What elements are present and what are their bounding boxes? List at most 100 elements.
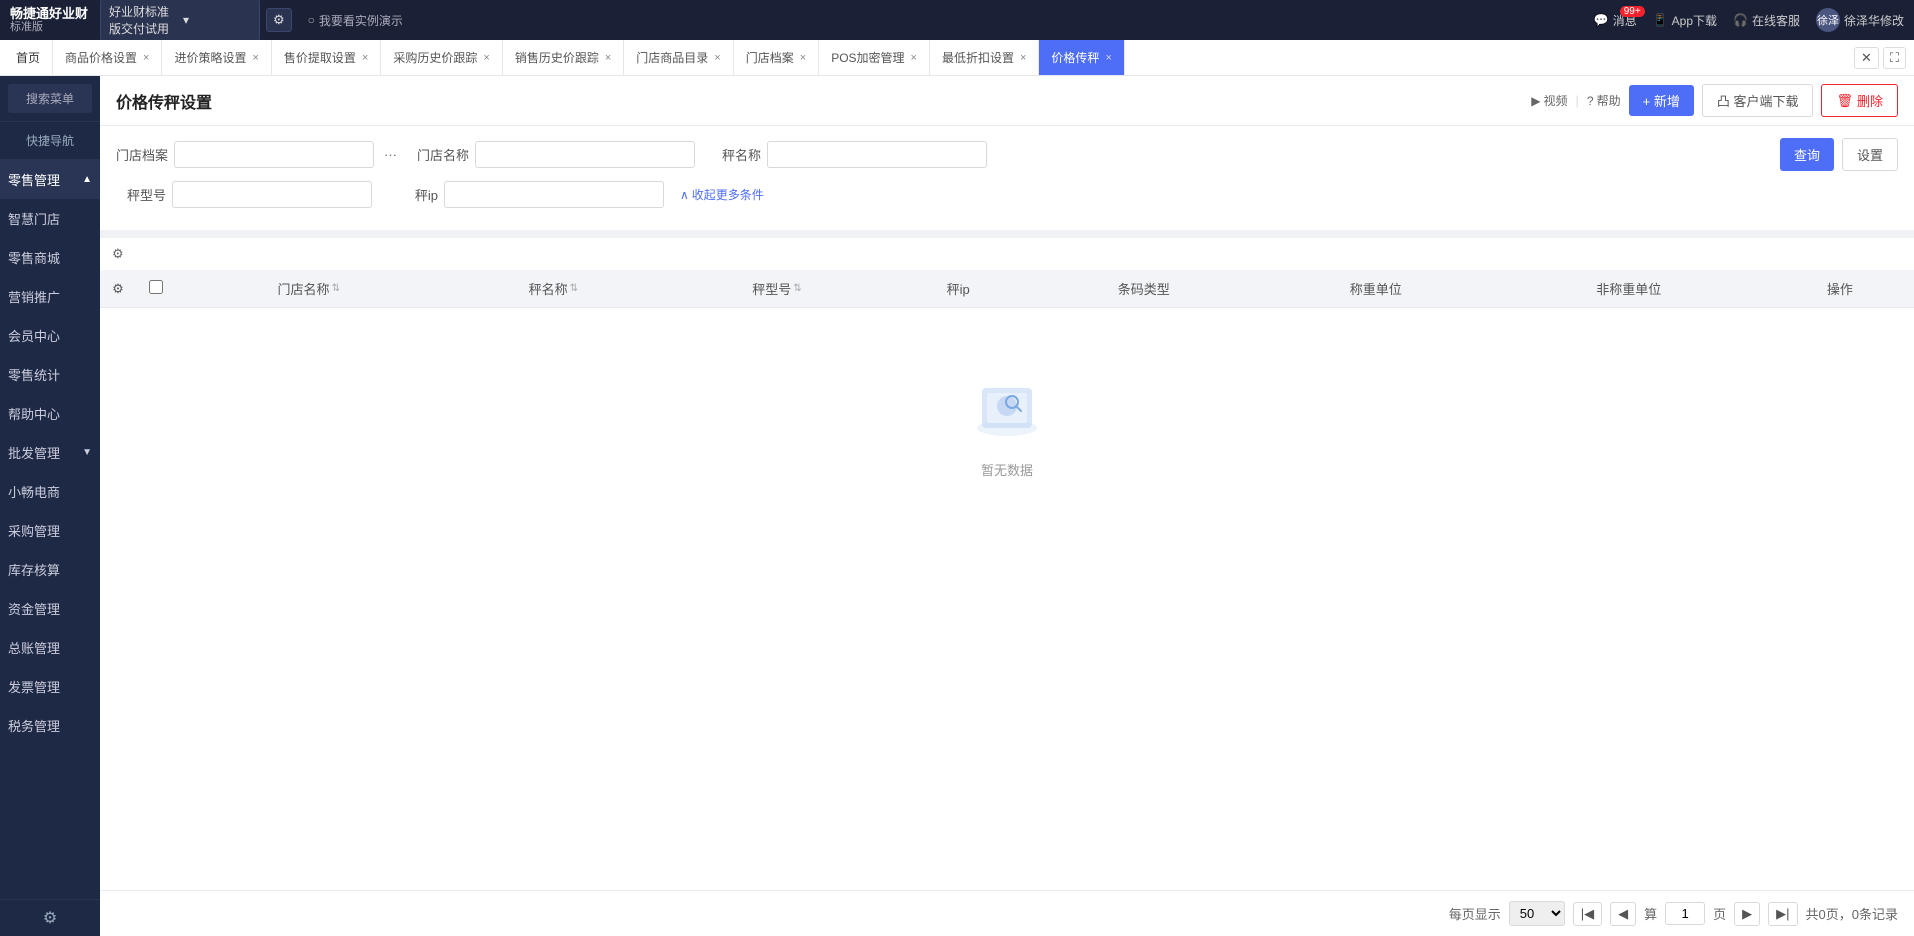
video-link[interactable]: ▶ 视频 bbox=[1531, 92, 1567, 109]
sidebar-item-marketing[interactable]: 营销推广 bbox=[0, 277, 100, 316]
sidebar-item-finance[interactable]: 资金管理 bbox=[0, 589, 100, 628]
tab-close-price-settings[interactable]: × bbox=[143, 52, 149, 64]
store-name-input[interactable] bbox=[475, 141, 695, 168]
delete-button[interactable]: 🗑 删除 bbox=[1821, 84, 1898, 117]
table-header-row: ⚙ 门店名称 ⇅ 秤名称 ⇅ 秤型号 ⇅ 秤ip 条码类型 称重单位 非称重单位… bbox=[100, 270, 1914, 308]
download-icon: 📱 bbox=[1653, 13, 1668, 27]
table-toolbar: ⚙ bbox=[100, 238, 1914, 270]
chevron-up-icon: ∧ bbox=[680, 188, 689, 202]
page-prev-button[interactable]: ◀ bbox=[1610, 902, 1636, 926]
tab-price-settings[interactable]: 商品价格设置 × bbox=[53, 40, 162, 75]
settings-button[interactable]: 设置 bbox=[1842, 138, 1898, 171]
sidebar-item-general-ledger[interactable]: 总账管理 bbox=[0, 628, 100, 667]
tab-bar-actions: ✕ ⛶ bbox=[1850, 47, 1910, 69]
messages-badge: 99+ bbox=[1620, 6, 1645, 17]
th-checkbox bbox=[136, 270, 176, 308]
sidebar-item-invoice[interactable]: 发票管理 bbox=[0, 667, 100, 706]
online-service-button[interactable]: 🎧 在线客服 bbox=[1733, 12, 1800, 29]
query-button[interactable]: 查询 bbox=[1780, 138, 1834, 171]
app-logo-sub: 标准版 bbox=[10, 21, 100, 34]
tab-store-catalog[interactable]: 门店商品目录 × bbox=[624, 40, 733, 75]
app-download-button[interactable]: 📱 App下载 bbox=[1653, 12, 1717, 29]
scale-model-input[interactable] bbox=[172, 181, 372, 208]
headset-icon: 🎧 bbox=[1733, 13, 1748, 27]
app-logo: 畅捷通好业财 标准版 bbox=[10, 6, 100, 35]
sidebar-item-purchase[interactable]: 采购管理 bbox=[0, 511, 100, 550]
tab-close-sale-history[interactable]: × bbox=[605, 52, 611, 64]
per-page-select[interactable]: 50 10 20 100 bbox=[1509, 901, 1565, 926]
tab-sale-history[interactable]: 销售历史价跟踪 × bbox=[503, 40, 624, 75]
chevron-down-icon: ▾ bbox=[183, 13, 251, 27]
tab-close-store-catalog[interactable]: × bbox=[714, 52, 720, 64]
top-bar: 畅捷通好业财 标准版 好业财标准版交付试用 ▾ ⚙ ○ 我要看实例演示 💬 消息… bbox=[0, 0, 1914, 40]
scale-model-label: 秤型号 bbox=[116, 185, 166, 204]
help-link[interactable]: ? 帮助 bbox=[1587, 92, 1621, 109]
sidebar-item-tax[interactable]: 税务管理 bbox=[0, 706, 100, 745]
tab-sale-extract[interactable]: 售价提取设置 × bbox=[272, 40, 381, 75]
sidebar-settings-button[interactable]: ⚙ bbox=[43, 908, 57, 928]
user-name: 徐泽华修改 bbox=[1844, 12, 1904, 29]
tab-expand-button[interactable]: ⛶ bbox=[1883, 47, 1906, 69]
sidebar-item-online-retail[interactable]: 零售商城 bbox=[0, 238, 100, 277]
form-row-1: 门店档案 ··· 门店名称 秤名称 查询 设置 bbox=[116, 138, 1898, 171]
store-profile-input[interactable] bbox=[174, 141, 374, 168]
page-last-button[interactable]: ▶| bbox=[1768, 902, 1797, 926]
sidebar-item-wholesale[interactable]: 批发管理 ▼ bbox=[0, 433, 100, 472]
scale-ip-input[interactable] bbox=[444, 181, 664, 208]
gear-icon[interactable]: ⚙ bbox=[112, 246, 124, 262]
page-input[interactable] bbox=[1665, 902, 1705, 925]
add-button[interactable]: + 新增 bbox=[1629, 85, 1694, 116]
tab-close-pos-management[interactable]: × bbox=[911, 52, 917, 64]
sidebar-item-inventory[interactable]: 库存核算 bbox=[0, 550, 100, 589]
scale-ip-label: 秤ip bbox=[388, 185, 438, 204]
tab-close-sale-extract[interactable]: × bbox=[362, 52, 368, 64]
tab-bar: 首页 商品价格设置 × 进价策略设置 × 售价提取设置 × 采购历史价跟踪 × … bbox=[0, 40, 1914, 76]
sidebar-item-ecommerce[interactable]: 小畅电商 bbox=[0, 472, 100, 511]
sidebar-item-retail-stats[interactable]: 零售统计 bbox=[0, 355, 100, 394]
th-scale-name: 秤名称 ⇅ bbox=[442, 270, 666, 308]
sidebar-item-help[interactable]: 帮助中心 bbox=[0, 394, 100, 433]
messages-button[interactable]: 💬 消息 99+ bbox=[1594, 12, 1637, 29]
sort-scale-model[interactable]: 秤型号 ⇅ bbox=[752, 279, 801, 298]
user-area[interactable]: 徐泽 徐泽华修改 bbox=[1816, 8, 1904, 32]
version-settings-button[interactable]: ⚙ bbox=[266, 8, 292, 32]
tab-close-purchase-strategy[interactable]: × bbox=[252, 52, 258, 64]
sort-store-name[interactable]: 门店名称 ⇅ bbox=[278, 279, 340, 298]
tab-min-discount[interactable]: 最低折扣设置 × bbox=[930, 40, 1039, 75]
th-scale-ip: 秤ip bbox=[889, 270, 1028, 308]
page-next-button[interactable]: ▶ bbox=[1734, 902, 1760, 926]
tab-pos-management[interactable]: POS加密管理 × bbox=[819, 40, 930, 75]
page-header-actions: ▶ 视频 | ? 帮助 + 新增 凸 客户端下载 🗑 删除 bbox=[1531, 84, 1898, 117]
page-unit-label: 页 bbox=[1713, 904, 1726, 923]
version-selector[interactable]: 好业财标准版交付试用 ▾ bbox=[100, 0, 260, 41]
chevron-down-icon: ▼ bbox=[82, 447, 92, 458]
page-first-button[interactable]: |◀ bbox=[1573, 902, 1602, 926]
select-all-checkbox[interactable] bbox=[149, 280, 163, 294]
collapse-button[interactable]: ∧ 收起更多条件 bbox=[680, 186, 764, 203]
download-button[interactable]: 凸 客户端下载 bbox=[1702, 84, 1814, 117]
demo-link[interactable]: ○ 我要看实例演示 bbox=[308, 12, 403, 29]
tab-purchase-strategy[interactable]: 进价策略设置 × bbox=[162, 40, 271, 75]
tab-close-store-profile[interactable]: × bbox=[800, 52, 806, 64]
tab-close-purchase-history[interactable]: × bbox=[483, 52, 489, 64]
sidebar-item-smart-store[interactable]: 智慧门店 bbox=[0, 199, 100, 238]
tab-store-profile[interactable]: 门店档案 × bbox=[734, 40, 819, 75]
sidebar-item-member[interactable]: 会员中心 bbox=[0, 316, 100, 355]
sort-scale-name[interactable]: 秤名称 ⇅ bbox=[529, 279, 578, 298]
pagination: 每页显示 50 10 20 100 |◀ ◀ 算 页 ▶ ▶| 共0页，0条记录 bbox=[100, 890, 1914, 936]
table-container: ⚙ 门店名称 ⇅ 秤名称 ⇅ 秤型号 ⇅ 秤ip 条码类型 称重单位 非称重单位… bbox=[100, 270, 1914, 890]
store-profile-ellipsis[interactable]: ··· bbox=[380, 147, 401, 162]
search-menu-button[interactable]: 搜索菜单 bbox=[8, 84, 92, 113]
tab-price-scale[interactable]: 价格传秤 × bbox=[1039, 40, 1124, 75]
scale-name-input[interactable] bbox=[767, 141, 987, 168]
tab-close-min-discount[interactable]: × bbox=[1020, 52, 1026, 64]
sidebar-item-retail[interactable]: 零售管理 ▲ bbox=[0, 160, 100, 199]
search-form: 门店档案 ··· 门店名称 秤名称 查询 设置 bbox=[100, 126, 1914, 230]
tab-purchase-history[interactable]: 采购历史价跟踪 × bbox=[381, 40, 502, 75]
quick-nav-button[interactable]: 快捷导航 bbox=[0, 126, 100, 155]
chevron-up-icon: ▲ bbox=[82, 174, 92, 185]
tab-close-price-scale[interactable]: × bbox=[1105, 52, 1111, 64]
tab-home[interactable]: 首页 bbox=[4, 40, 53, 75]
avatar: 徐泽 bbox=[1816, 8, 1840, 32]
tab-close-all-button[interactable]: ✕ bbox=[1854, 47, 1879, 69]
